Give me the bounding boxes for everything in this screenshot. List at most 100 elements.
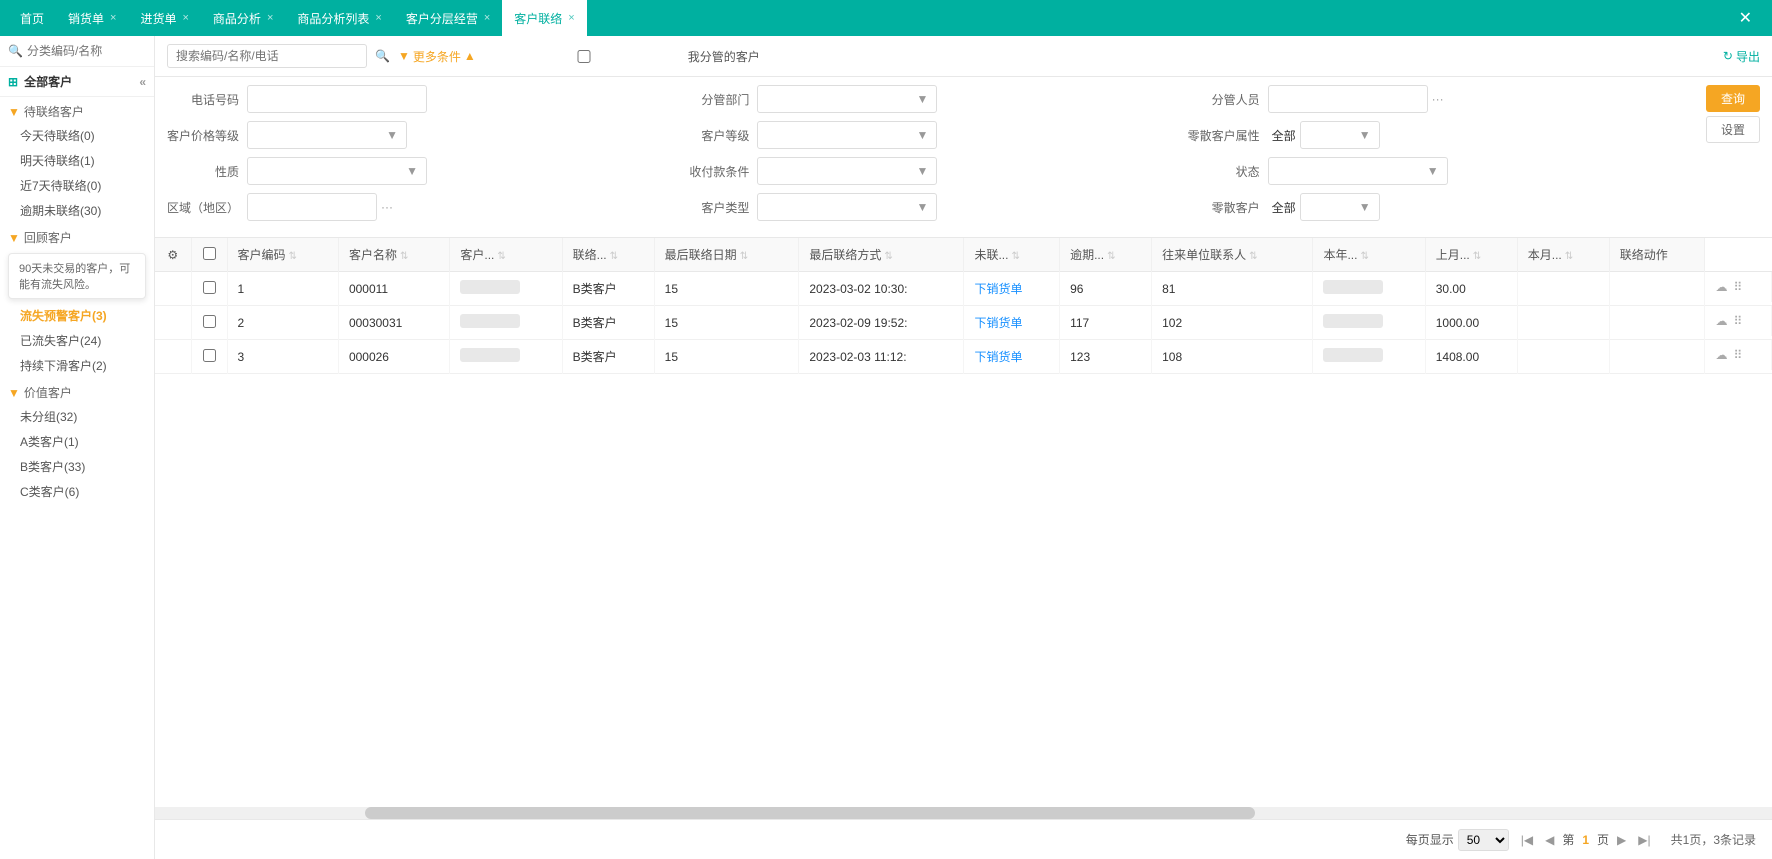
category-search-input[interactable] xyxy=(27,44,155,58)
region-dots[interactable]: ··· xyxy=(377,200,397,214)
dept-select[interactable]: ▼ xyxy=(757,85,937,113)
row-actions[interactable]: ☁ ⠿ xyxy=(1705,306,1772,336)
chevron-down-icon: ▼ xyxy=(386,128,398,142)
sidebar-item-today-pending[interactable]: 今天待联络(0) xyxy=(0,123,154,148)
row-last-contact-method[interactable]: 下销货单 xyxy=(964,306,1060,340)
close-icon[interactable]: × xyxy=(484,12,490,24)
sidebar-item-class-a[interactable]: A类客户(1) xyxy=(0,429,154,454)
sort-icon[interactable]: ⇅ xyxy=(1565,251,1573,262)
nav-customer-tier[interactable]: 客户分层经营 × xyxy=(394,0,502,36)
nature-select[interactable]: ▼ xyxy=(247,157,427,185)
sort-icon[interactable]: ⇅ xyxy=(1011,251,1019,262)
customer-grade-select[interactable]: ▼ xyxy=(757,121,937,149)
sort-icon[interactable]: ⇅ xyxy=(400,251,408,262)
action-icon-more[interactable]: ⠿ xyxy=(1733,280,1742,294)
sidebar-item-class-c[interactable]: C类客户(6) xyxy=(0,479,154,504)
filter-search-icon[interactable]: 🔍 xyxy=(375,49,390,63)
last-page-button[interactable]: ▶| xyxy=(1634,831,1654,849)
group-value-customers[interactable]: ▼ 价值客户 xyxy=(0,378,154,404)
retail-attr-select[interactable]: ▼ xyxy=(1300,121,1380,149)
group-review-customers[interactable]: ▼ 回顾客户 xyxy=(0,223,154,249)
row-checkbox-cell[interactable] xyxy=(191,272,227,306)
sort-icon[interactable]: ⇅ xyxy=(1107,251,1115,262)
row-actions[interactable]: ☁ ⠿ xyxy=(1705,272,1772,302)
chevron-down-icon: ▼ xyxy=(1359,128,1371,142)
nav-home[interactable]: 首页 xyxy=(8,0,56,36)
my-customers-check[interactable] xyxy=(484,50,684,63)
table-select-all-col[interactable] xyxy=(191,238,227,272)
nav-customer-contact[interactable]: 客户联络 × xyxy=(502,0,586,36)
sort-icon[interactable]: ⇅ xyxy=(610,251,618,262)
chevron-down-icon: ▼ xyxy=(916,200,928,214)
close-icon[interactable]: × xyxy=(182,12,188,24)
sort-icon[interactable]: ⇅ xyxy=(884,251,892,262)
window-close-button[interactable]: ✕ xyxy=(1727,8,1764,28)
close-icon[interactable]: × xyxy=(375,12,381,24)
customer-type-select[interactable]: ▼ xyxy=(757,193,937,221)
group-pending-contact[interactable]: ▼ 待联络客户 xyxy=(0,97,154,123)
action-icon-contact[interactable]: ☁ xyxy=(1715,280,1727,294)
row-checkbox[interactable] xyxy=(203,281,216,294)
status-select[interactable]: ▼ xyxy=(1268,157,1448,185)
nav-analysis[interactable]: 商品分析 × xyxy=(201,0,285,36)
manager-dots[interactable]: ··· xyxy=(1428,92,1448,106)
row-this-year: 1000.00 xyxy=(1425,306,1517,340)
export-button[interactable]: ↻ 导出 xyxy=(1723,48,1760,65)
sidebar-item-7days-pending[interactable]: 近7天待联络(0) xyxy=(0,173,154,198)
prev-page-button[interactable]: ◀ xyxy=(1541,831,1558,849)
row-last-contact-method[interactable]: 下销货单 xyxy=(964,340,1060,374)
sidebar-item-tomorrow-pending[interactable]: 明天待联络(1) xyxy=(0,148,154,173)
table-settings-col[interactable]: ⚙ xyxy=(155,238,191,272)
nav-analysis-list[interactable]: 商品分析列表 × xyxy=(285,0,393,36)
collapse-icon[interactable]: « xyxy=(139,75,146,89)
sidebar-item-declining[interactable]: 持续下滑客户(2) xyxy=(0,353,154,378)
action-icon-more[interactable]: ⠿ xyxy=(1733,348,1742,362)
row-checkbox-cell[interactable] xyxy=(191,306,227,340)
close-icon[interactable]: × xyxy=(568,12,574,24)
nav-sales[interactable]: 销货单 × xyxy=(56,0,128,36)
sidebar-item-class-b[interactable]: B类客户(33) xyxy=(0,454,154,479)
close-icon[interactable]: × xyxy=(267,12,273,24)
sidebar-item-ungrouped[interactable]: 未分组(32) xyxy=(0,404,154,429)
select-all-checkbox[interactable] xyxy=(203,247,216,260)
row-last-contact-method[interactable]: 下销货单 xyxy=(964,272,1060,306)
next-page-button[interactable]: ▶ xyxy=(1613,831,1630,849)
sort-icon[interactable]: ⇅ xyxy=(1473,251,1481,262)
region-input[interactable] xyxy=(247,193,377,221)
more-conditions-button[interactable]: ▼ 更多条件 ▲ xyxy=(398,48,476,65)
sidebar-all-customers[interactable]: ⊞ 全部客户 « xyxy=(0,67,154,97)
sidebar-item-overdue-uncontacted[interactable]: 逾期未联络(30) xyxy=(0,198,154,223)
sort-icon[interactable]: ⇅ xyxy=(1360,251,1368,262)
settings-button[interactable]: 设置 xyxy=(1706,116,1760,143)
first-page-button[interactable]: |◀ xyxy=(1517,831,1537,849)
row-checkbox-cell[interactable] xyxy=(191,340,227,374)
sidebar-item-churn-warning[interactable]: 流失预警客户(3) xyxy=(0,303,154,328)
row-overdue: 81 xyxy=(1152,272,1313,306)
row-checkbox[interactable] xyxy=(203,315,216,328)
query-button[interactable]: 查询 xyxy=(1706,85,1760,112)
nav-purchase[interactable]: 进货单 × xyxy=(128,0,200,36)
action-icon-contact[interactable]: ☁ xyxy=(1715,348,1727,362)
sort-icon[interactable]: ⇅ xyxy=(1249,251,1257,262)
per-page-select[interactable]: 50 100 xyxy=(1458,829,1509,851)
my-customers-checkbox[interactable]: 我分管的客户 xyxy=(484,48,760,65)
page-unit: 页 xyxy=(1597,831,1609,848)
scrollbar-thumb[interactable] xyxy=(365,807,1254,819)
retail-customer-select[interactable]: ▼ xyxy=(1300,193,1380,221)
row-checkbox[interactable] xyxy=(203,349,216,362)
payment-select[interactable]: ▼ xyxy=(757,157,937,185)
sidebar-item-already-churned[interactable]: 已流失客户(24) xyxy=(0,328,154,353)
sort-icon[interactable]: ⇅ xyxy=(740,251,748,262)
phone-input[interactable] xyxy=(247,85,427,113)
close-icon[interactable]: × xyxy=(110,12,116,24)
price-grade-select[interactable]: ▼ xyxy=(247,121,407,149)
row-last-month xyxy=(1517,340,1609,374)
row-actions[interactable]: ☁ ⠿ xyxy=(1705,340,1772,370)
action-icon-more[interactable]: ⠿ xyxy=(1733,314,1742,328)
search-input[interactable] xyxy=(167,44,367,68)
sort-icon[interactable]: ⇅ xyxy=(497,251,505,262)
horizontal-scrollbar[interactable] xyxy=(155,807,1772,819)
sort-icon[interactable]: ⇅ xyxy=(289,251,297,262)
action-icon-contact[interactable]: ☁ xyxy=(1715,314,1727,328)
manager-select[interactable] xyxy=(1268,85,1428,113)
